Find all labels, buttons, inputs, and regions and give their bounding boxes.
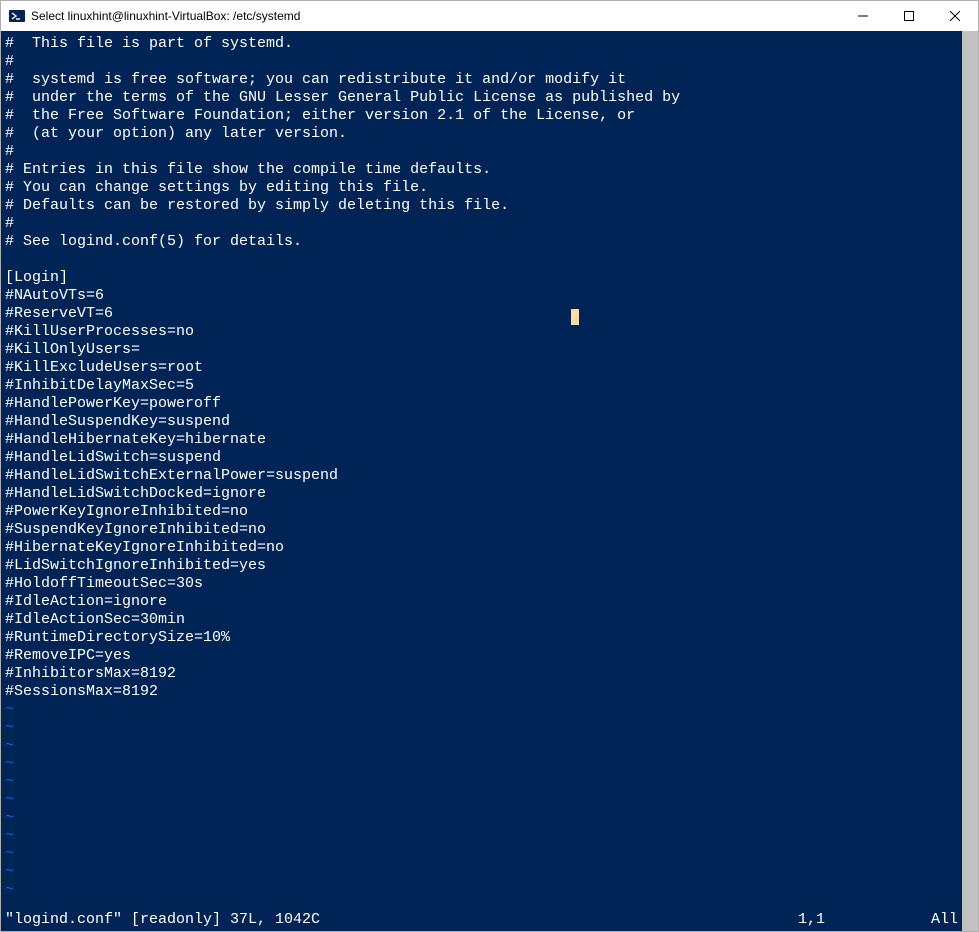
window-controls xyxy=(840,1,978,31)
file-line: #KillExcludeUsers=root xyxy=(5,359,962,377)
vim-tilde-line: ~ xyxy=(5,827,962,845)
vim-tilde-line: ~ xyxy=(5,881,962,899)
vim-tilde-line: ~ xyxy=(5,719,962,737)
vim-tilde-line: ~ xyxy=(5,863,962,881)
file-line: #HoldoffTimeoutSec=30s xyxy=(5,575,962,593)
file-line: #HandleLidSwitchExternalPower=suspend xyxy=(5,467,962,485)
maximize-button[interactable] xyxy=(886,1,932,31)
vim-tilde-line: ~ xyxy=(5,755,962,773)
file-line: #HibernateKeyIgnoreInhibited=no xyxy=(5,539,962,557)
file-line: #RuntimeDirectorySize=10% xyxy=(5,629,962,647)
file-line: #HandleLidSwitch=suspend xyxy=(5,449,962,467)
file-line: # xyxy=(5,215,962,233)
terminal-viewport[interactable]: # This file is part of systemd.## system… xyxy=(1,31,978,931)
file-line: #IdleActionSec=30min xyxy=(5,611,962,629)
file-line: # xyxy=(5,53,962,71)
file-line: # You can change settings by editing thi… xyxy=(5,179,962,197)
terminal-content[interactable]: # This file is part of systemd.## system… xyxy=(1,31,962,931)
file-line: # Defaults can be restored by simply del… xyxy=(5,197,962,215)
vim-status-bar: "logind.conf" [readonly] 37L, 1042C 1,1 … xyxy=(5,911,958,929)
file-line: # the Free Software Foundation; either v… xyxy=(5,107,962,125)
vim-tilde-line: ~ xyxy=(5,791,962,809)
vim-tilde-line: ~ xyxy=(5,809,962,827)
file-line: #NAutoVTs=6 xyxy=(5,287,962,305)
file-line: # (at your option) any later version. xyxy=(5,125,962,143)
close-button[interactable] xyxy=(932,1,978,31)
window-title: Select linuxhint@linuxhint-VirtualBox: /… xyxy=(31,9,840,23)
minimize-button[interactable] xyxy=(840,1,886,31)
file-line: #ReserveVT=6 xyxy=(5,305,962,323)
file-line: #InhibitorsMax=8192 xyxy=(5,665,962,683)
file-line: #PowerKeyIgnoreInhibited=no xyxy=(5,503,962,521)
file-line: # xyxy=(5,143,962,161)
titlebar[interactable]: Select linuxhint@linuxhint-VirtualBox: /… xyxy=(1,1,978,31)
file-line xyxy=(5,251,962,269)
file-line: #KillUserProcesses=no xyxy=(5,323,962,341)
file-line: #HandleLidSwitchDocked=ignore xyxy=(5,485,962,503)
file-line: #HandleSuspendKey=suspend xyxy=(5,413,962,431)
file-line: #SessionsMax=8192 xyxy=(5,683,962,701)
file-line: #SuspendKeyIgnoreInhibited=no xyxy=(5,521,962,539)
file-line: #RemoveIPC=yes xyxy=(5,647,962,665)
file-line: # Entries in this file show the compile … xyxy=(5,161,962,179)
file-line: # systemd is free software; you can redi… xyxy=(5,71,962,89)
status-percent: All xyxy=(918,911,958,929)
file-line: # See logind.conf(5) for details. xyxy=(5,233,962,251)
file-line: #InhibitDelayMaxSec=5 xyxy=(5,377,962,395)
status-position: 1,1 xyxy=(798,911,918,929)
status-filename: "logind.conf" [readonly] 37L, 1042C xyxy=(5,911,798,929)
vim-tilde-line: ~ xyxy=(5,737,962,755)
vim-tilde-line: ~ xyxy=(5,701,962,719)
file-line: # under the terms of the GNU Lesser Gene… xyxy=(5,89,962,107)
file-line: #LidSwitchIgnoreInhibited=yes xyxy=(5,557,962,575)
scrollbar[interactable] xyxy=(962,31,978,931)
vim-tilde-line: ~ xyxy=(5,773,962,791)
file-line: #HandleHibernateKey=hibernate xyxy=(5,431,962,449)
file-line: # This file is part of systemd. xyxy=(5,35,962,53)
powershell-icon xyxy=(9,8,25,24)
file-line: #IdleAction=ignore xyxy=(5,593,962,611)
text-cursor xyxy=(571,309,579,325)
terminal-window: Select linuxhint@linuxhint-VirtualBox: /… xyxy=(0,0,979,932)
vim-tilde-line: ~ xyxy=(5,845,962,863)
scrollbar-thumb[interactable] xyxy=(962,31,978,931)
file-line: #HandlePowerKey=poweroff xyxy=(5,395,962,413)
file-line: #KillOnlyUsers= xyxy=(5,341,962,359)
file-line: [Login] xyxy=(5,269,962,287)
